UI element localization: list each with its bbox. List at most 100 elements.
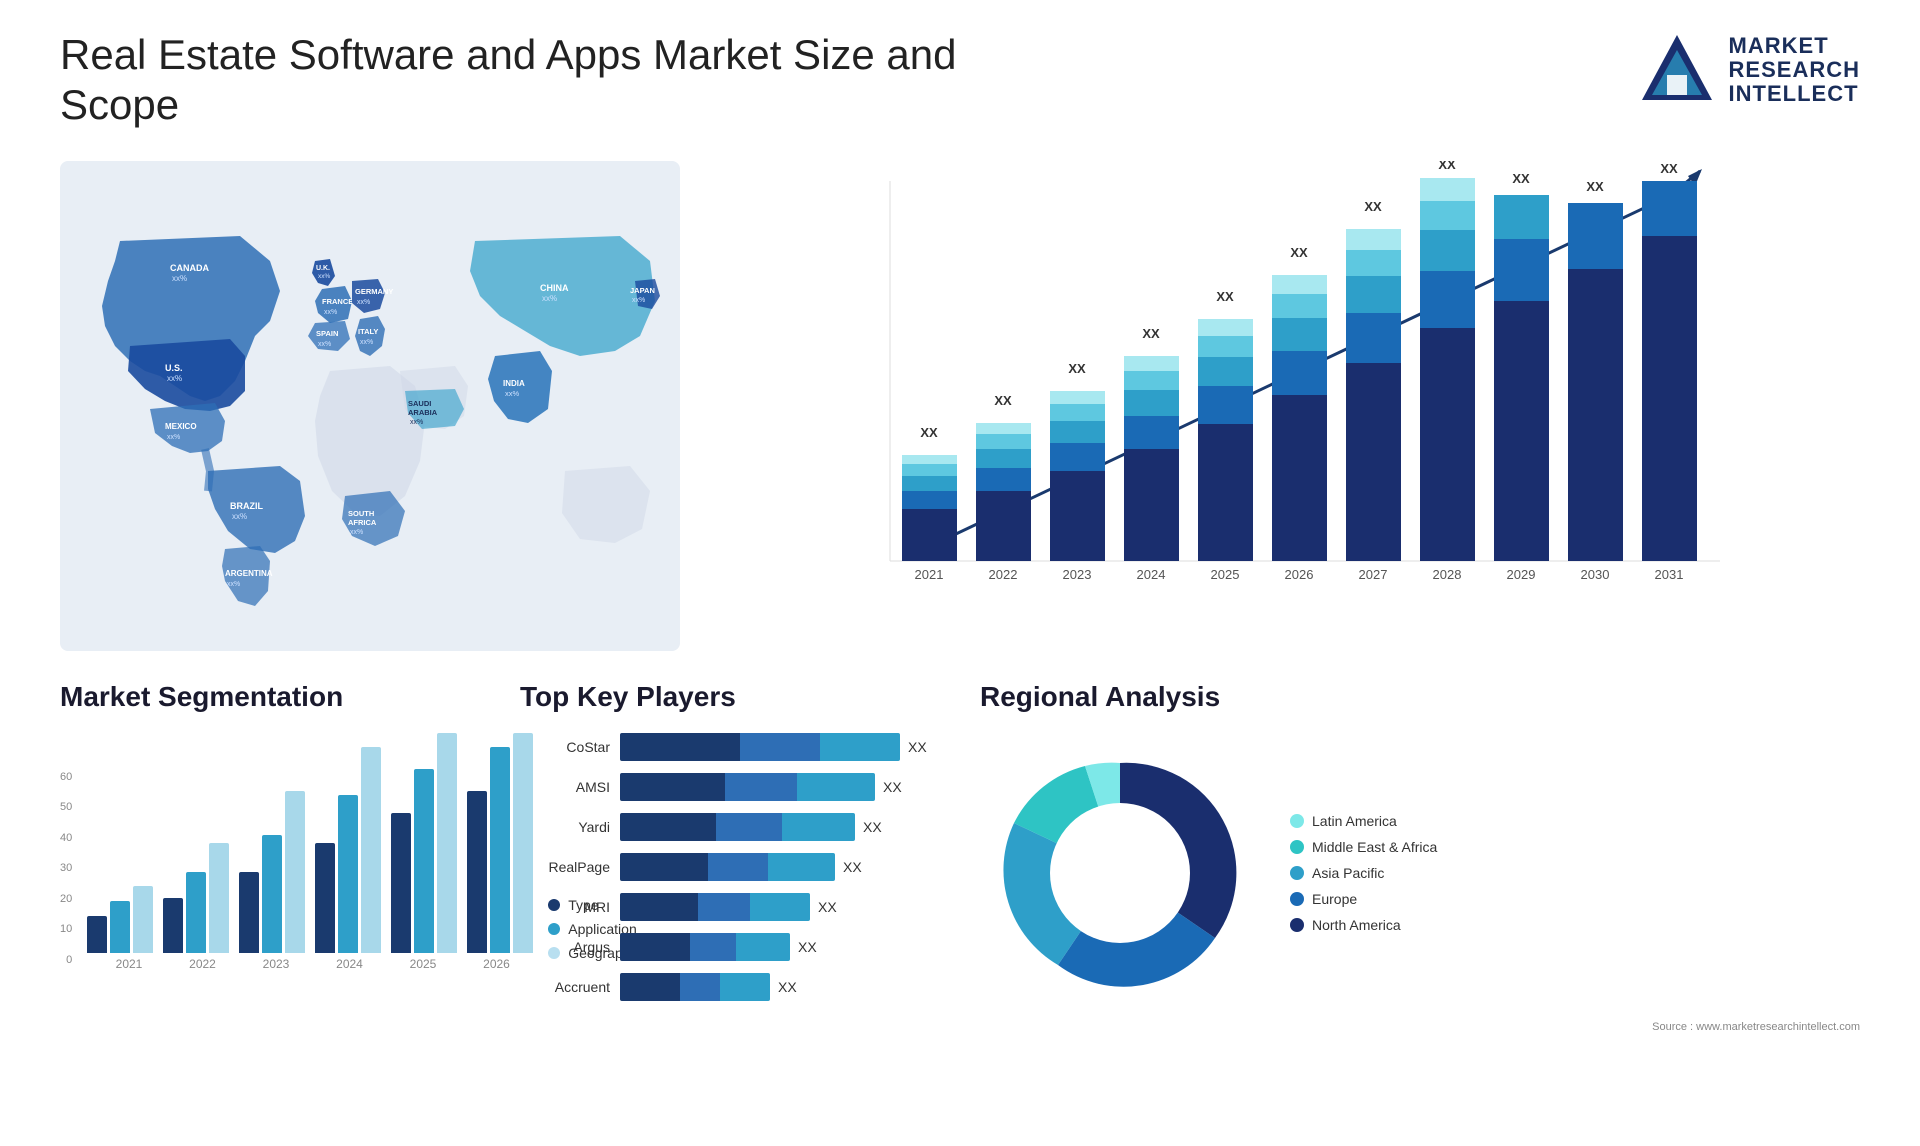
svg-text:xx%: xx%	[350, 529, 363, 536]
player-name-realpage: RealPage	[520, 859, 610, 875]
svg-text:BRAZIL: BRAZIL	[230, 501, 263, 511]
bar-seg2-mri	[698, 893, 750, 921]
bar-seg2-realpage	[708, 853, 768, 881]
svg-text:XX: XX	[1290, 245, 1308, 260]
bar-seg3-accruent	[720, 973, 770, 1001]
label-latin-america: Latin America	[1312, 813, 1397, 829]
svg-text:2029: 2029	[1507, 567, 1536, 582]
svg-text:SAUDI: SAUDI	[408, 399, 431, 408]
bar-type-2023	[239, 872, 259, 953]
player-name-costar: CoStar	[520, 739, 610, 755]
svg-text:xx%: xx%	[357, 299, 370, 306]
seg-bars	[87, 733, 533, 953]
seg-bar-group-2023	[239, 791, 305, 953]
bar-type-2022	[163, 898, 183, 953]
bar-geo-2023	[285, 791, 305, 953]
players-list: CoStar XX AMSI	[520, 733, 940, 1001]
segmentation-section: Market Segmentation 60 50 40 30 20 10 0	[60, 681, 480, 1033]
svg-text:xx%: xx%	[172, 274, 187, 283]
svg-text:U.S.: U.S.	[165, 363, 183, 373]
label-asia-pacific: Asia Pacific	[1312, 865, 1384, 881]
svg-text:xx%: xx%	[360, 339, 373, 346]
legend-asia-pacific: Asia Pacific	[1290, 865, 1437, 881]
legend-middle-east: Middle East & Africa	[1290, 839, 1437, 855]
player-row-accruent: Accruent XX	[520, 973, 940, 1001]
player-bar-accruent: XX	[620, 973, 940, 1001]
player-name-mri: MRI	[520, 899, 610, 915]
x-label-2022: 2022	[189, 957, 216, 971]
svg-text:XX: XX	[1586, 179, 1604, 194]
legend-latin-america: Latin America	[1290, 813, 1437, 829]
bar-type-2025	[391, 813, 411, 953]
players-title: Top Key Players	[520, 681, 940, 713]
x-label-2026: 2026	[483, 957, 510, 971]
svg-text:SPAIN: SPAIN	[316, 329, 338, 338]
svg-text:xx%: xx%	[227, 581, 240, 588]
player-bar-argus: XX	[620, 933, 940, 961]
player-row-amsi: AMSI XX	[520, 773, 940, 801]
svg-text:xx%: xx%	[542, 294, 557, 303]
player-value-amsi: XX	[883, 779, 902, 795]
dot-europe	[1290, 892, 1304, 906]
bar-seg1-costar	[620, 733, 740, 761]
bar-app-2023	[262, 835, 282, 953]
x-label-2025: 2025	[410, 957, 437, 971]
donut-container: Latin America Middle East & Africa Asia …	[980, 733, 1860, 1013]
player-bar-costar: XX	[620, 733, 940, 761]
growth-chart-svg: XX 2021 XX 2022 XX 2023	[720, 161, 1860, 651]
label-europe: Europe	[1312, 891, 1357, 907]
svg-text:ARABIA: ARABIA	[408, 408, 438, 417]
bar-seg1-mri	[620, 893, 698, 921]
x-label-2024: 2024	[336, 957, 363, 971]
svg-text:xx%: xx%	[232, 512, 247, 521]
bar-app-2025	[414, 769, 434, 953]
logo-line2: RESEARCH	[1729, 58, 1860, 82]
legend-north-america: North America	[1290, 917, 1437, 933]
bar-seg2-argus	[690, 933, 736, 961]
seg-bar-group-2021	[87, 886, 153, 953]
dot-middle-east	[1290, 840, 1304, 854]
svg-text:XX: XX	[1142, 326, 1160, 341]
dot-asia-pacific	[1290, 866, 1304, 880]
legend-europe: Europe	[1290, 891, 1437, 907]
regional-legend: Latin America Middle East & Africa Asia …	[1290, 813, 1437, 933]
svg-text:xx%: xx%	[632, 297, 645, 304]
player-row-mri: MRI XX	[520, 893, 940, 921]
x-label-2023: 2023	[263, 957, 290, 971]
svg-text:CANADA: CANADA	[170, 263, 209, 273]
svg-text:xx%: xx%	[318, 273, 331, 280]
regional-section: Regional Analysis	[980, 681, 1860, 1033]
map-container: CANADA xx% U.S. xx% MEXICO xx% BRAZIL xx…	[60, 161, 680, 651]
bar-seg3-argus	[736, 933, 790, 961]
bar-app-2026	[490, 747, 510, 953]
player-bar-mri: XX	[620, 893, 940, 921]
bar-seg2-amsi	[725, 773, 797, 801]
svg-text:xx%: xx%	[167, 374, 182, 383]
map-section: CANADA xx% U.S. xx% MEXICO xx% BRAZIL xx…	[60, 161, 680, 651]
svg-text:ARGENTINA: ARGENTINA	[225, 569, 273, 578]
dot-north-america	[1290, 918, 1304, 932]
bar-app-2024	[338, 795, 358, 953]
bar-app-2022	[186, 872, 206, 953]
logo-line1: MARKET	[1729, 34, 1829, 58]
svg-text:xx%: xx%	[318, 341, 331, 348]
svg-text:xx%: xx%	[167, 434, 180, 441]
player-name-yardi: Yardi	[520, 819, 610, 835]
world-map-svg: CANADA xx% U.S. xx% MEXICO xx% BRAZIL xx…	[60, 161, 680, 651]
bar-seg3-mri	[750, 893, 810, 921]
svg-text:XX: XX	[1438, 161, 1456, 172]
bar-geo-2025	[437, 733, 457, 953]
players-section: Top Key Players CoStar XX	[520, 681, 940, 1033]
svg-text:xx%: xx%	[324, 309, 337, 316]
svg-text:JAPAN: JAPAN	[630, 286, 655, 295]
segmentation-title: Market Segmentation	[60, 681, 480, 713]
x-label-2021: 2021	[116, 957, 143, 971]
svg-text:XX: XX	[920, 425, 938, 440]
bar-seg1-realpage	[620, 853, 708, 881]
bar-seg1-amsi	[620, 773, 725, 801]
player-row-costar: CoStar XX	[520, 733, 940, 761]
svg-text:2021: 2021	[915, 567, 944, 582]
header: Real Estate Software and Apps Market Siz…	[60, 30, 1860, 131]
bar-seg1-accruent	[620, 973, 680, 1001]
svg-text:XX: XX	[1660, 161, 1678, 176]
